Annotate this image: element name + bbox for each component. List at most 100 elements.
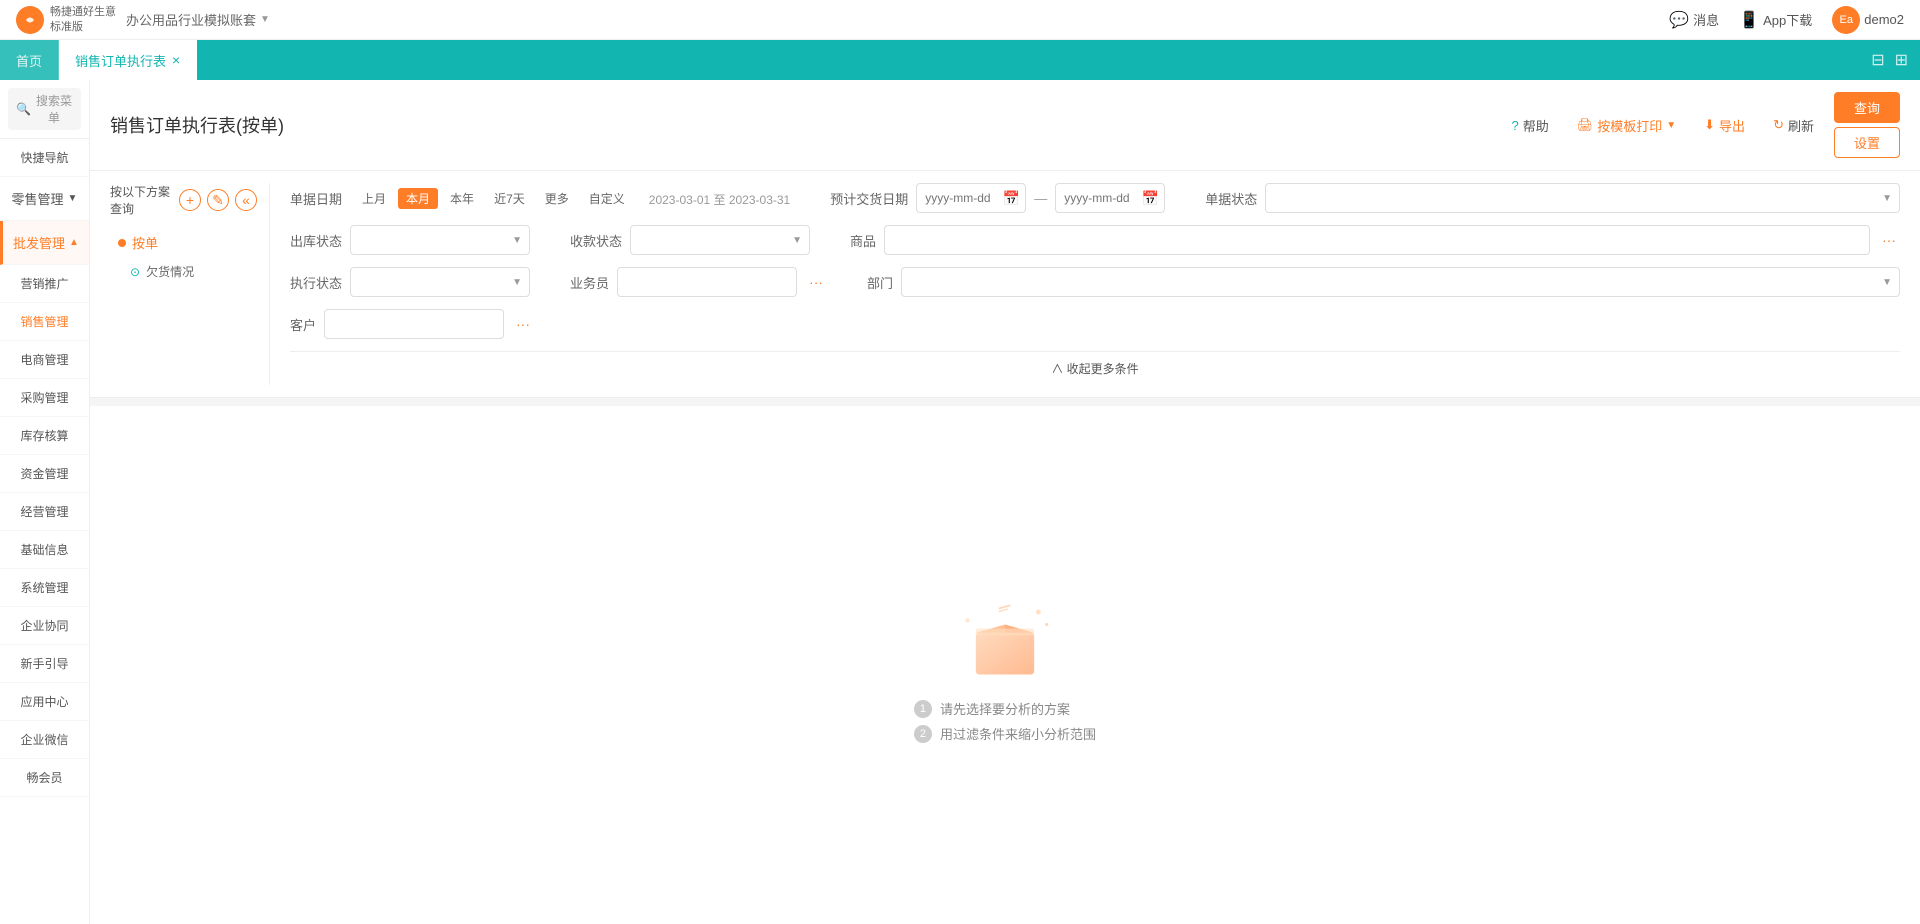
sidebar-item-system[interactable]: 系统管理 xyxy=(0,569,89,607)
sidebar-item-finance[interactable]: 资金管理 xyxy=(0,455,89,493)
add-scheme-btn[interactable]: + xyxy=(179,189,201,211)
header-left: 畅捷通好生意 标准版 办公用品行业模拟账套 ▼ xyxy=(16,5,270,34)
help-btn[interactable]: ? 帮助 xyxy=(1503,112,1556,139)
filter-doc-status-field: 单据状态 xyxy=(1205,183,1900,213)
tab-close-icon[interactable]: × xyxy=(172,53,180,67)
scheme-dot xyxy=(118,239,126,247)
collapse-scheme-btn[interactable]: « xyxy=(235,189,257,211)
print-btn[interactable]: 🖨 按模板打印 ▼ xyxy=(1569,112,1684,139)
filter-row-4: 客户 ··· xyxy=(290,309,1900,339)
home-tab-label: 首页 xyxy=(16,51,42,70)
page-actions: ? 帮助 🖨 按模板打印 ▼ ⬇ 导出 ↻ 刷新 查询 xyxy=(1503,92,1900,158)
user-menu[interactable]: Ea demo2 xyxy=(1832,6,1904,34)
download-icon: 📱 xyxy=(1739,10,1759,30)
filter-fields: 单据日期 上月 本月 本年 近7天 更多 自定义 2023-03-01 至 20… xyxy=(270,183,1900,385)
scheme-item-order[interactable]: 按单 xyxy=(110,227,257,258)
sidebar-item-guide[interactable]: 新手引导 xyxy=(0,645,89,683)
product-more-icon[interactable]: ··· xyxy=(1878,232,1900,248)
sub-scheme-shortage[interactable]: ⊙ 欠货情况 xyxy=(110,258,257,285)
date-tab-more[interactable]: 更多 xyxy=(537,188,577,209)
sidebar-item-member[interactable]: 畅会员 xyxy=(0,759,89,797)
filter-scheme-panel: 按以下方案查询 + ✎ « 按单 ⊙ 欠货情况 xyxy=(110,183,270,385)
tab-maximize-icon[interactable]: ⊞ xyxy=(1895,50,1908,70)
query-button[interactable]: 查询 xyxy=(1834,92,1900,123)
sidebar-item-app-center[interactable]: 应用中心 xyxy=(0,683,89,721)
filter-stock-status-field: 出库状态 xyxy=(290,225,530,255)
sidebar-item-wholesale[interactable]: 批发管理 ▲ xyxy=(0,221,89,265)
filter-salesperson-field: 业务员 ··· xyxy=(570,267,827,297)
app-download-btn[interactable]: 📱 App下载 xyxy=(1739,10,1812,30)
logo-icon xyxy=(16,6,44,34)
sidebar-item-retail[interactable]: 零售管理 ▼ xyxy=(0,177,89,221)
date-tabs: 上月 本月 本年 近7天 更多 自定义 xyxy=(354,188,633,209)
stock-status-wrap xyxy=(350,225,530,255)
sidebar: 🔍 搜索菜单 快捷导航 零售管理 ▼ 批发管理 ▲ 营销推广 销售管理 电商管理… xyxy=(0,80,90,924)
doc-status-select[interactable] xyxy=(1265,183,1900,213)
chevron-up-icon: ▲ xyxy=(69,237,79,248)
date-tab-this-month[interactable]: 本月 xyxy=(398,188,438,209)
product-input[interactable] xyxy=(884,225,1870,255)
refresh-btn[interactable]: ↻ 刷新 xyxy=(1765,112,1822,139)
avatar: Ea xyxy=(1832,6,1860,34)
logo-area: 畅捷通好生意 标准版 xyxy=(16,5,116,34)
tab-bar-actions: ⊟ ⊞ xyxy=(1871,50,1920,70)
collapse-bar[interactable]: ∧ 收起更多条件 xyxy=(290,351,1900,385)
tip-num-1: 1 xyxy=(914,700,932,718)
tab-bar: 首页 销售订单执行表 × ⊟ ⊞ xyxy=(0,40,1920,80)
salesperson-input[interactable] xyxy=(617,267,797,297)
customer-input[interactable] xyxy=(324,309,504,339)
sidebar-item-collab[interactable]: 企业协同 xyxy=(0,607,89,645)
filter-row-2: 出库状态 收款状态 商品 ··· xyxy=(290,225,1900,255)
date-tab-last-month[interactable]: 上月 xyxy=(354,188,394,209)
tab-sales-order[interactable]: 销售订单执行表 × xyxy=(59,40,197,80)
edit-scheme-btn[interactable]: ✎ xyxy=(207,189,229,211)
sidebar-item-operations[interactable]: 经营管理 xyxy=(0,493,89,531)
export-btn[interactable]: ⬇ 导出 xyxy=(1696,112,1753,139)
empty-tips: 1 请先选择要分析的方案 2 用过滤条件来缩小分析范围 xyxy=(914,699,1096,743)
tab-minimize-icon[interactable]: ⊟ xyxy=(1871,50,1884,70)
date-tab-custom[interactable]: 自定义 xyxy=(581,188,633,209)
collapse-icon: ∧ xyxy=(1051,362,1063,376)
date-range-text: 2023-03-01 至 2023-03-31 xyxy=(649,191,790,208)
tab-home[interactable]: 首页 xyxy=(0,40,59,80)
sidebar-item-purchase[interactable]: 采购管理 xyxy=(0,379,89,417)
exec-status-select[interactable] xyxy=(350,267,530,297)
sidebar-quick-nav[interactable]: 快捷导航 xyxy=(0,139,89,177)
page-header: 销售订单执行表(按单) ? 帮助 🖨 按模板打印 ▼ ⬇ 导出 ↻ 刷新 xyxy=(90,80,1920,171)
search-icon: 🔍 xyxy=(16,102,31,116)
query-settings-group: 查询 设置 xyxy=(1834,92,1900,158)
empty-illustration xyxy=(955,587,1055,687)
main-layout: 🔍 搜索菜单 快捷导航 零售管理 ▼ 批发管理 ▲ 营销推广 销售管理 电商管理… xyxy=(0,80,1920,924)
content-area: 销售订单执行表(按单) ? 帮助 🖨 按模板打印 ▼ ⬇ 导出 ↻ 刷新 xyxy=(90,80,1920,924)
customer-more-icon[interactable]: ··· xyxy=(512,316,534,332)
payment-status-wrap xyxy=(630,225,810,255)
sidebar-item-marketing[interactable]: 营销推广 xyxy=(0,265,89,303)
payment-status-select[interactable] xyxy=(630,225,810,255)
sidebar-item-inventory[interactable]: 库存核算 xyxy=(0,417,89,455)
calendar-start-icon: 📅 xyxy=(1003,190,1020,207)
filter-customer-field: 客户 ··· xyxy=(290,309,534,339)
top-header: 畅捷通好生意 标准版 办公用品行业模拟账套 ▼ 💬 消息 📱 App下载 Ea … xyxy=(0,0,1920,40)
sidebar-item-sales[interactable]: 销售管理 xyxy=(0,303,89,341)
sidebar-search[interactable]: 🔍 搜索菜单 xyxy=(0,80,89,139)
export-icon: ⬇ xyxy=(1704,117,1715,133)
sidebar-item-ecommerce[interactable]: 电商管理 xyxy=(0,341,89,379)
date-tab-this-year[interactable]: 本年 xyxy=(442,188,482,209)
breadcrumb[interactable]: 办公用品行业模拟账套 ▼ xyxy=(126,10,270,29)
expected-date-range: 📅 — 📅 xyxy=(916,183,1165,213)
page-title: 销售订单执行表(按单) xyxy=(110,112,284,138)
date-tab-7days[interactable]: 近7天 xyxy=(486,188,533,209)
filter-exec-status-field: 执行状态 xyxy=(290,267,530,297)
exec-status-wrap xyxy=(350,267,530,297)
sidebar-item-basic-info[interactable]: 基础信息 xyxy=(0,531,89,569)
dept-select[interactable] xyxy=(901,267,1900,297)
stock-status-select[interactable] xyxy=(350,225,530,255)
salesperson-more-icon[interactable]: ··· xyxy=(805,274,827,290)
message-btn[interactable]: 💬 消息 xyxy=(1669,10,1719,30)
scheme-panel-header: 按以下方案查询 + ✎ « xyxy=(110,183,257,217)
settings-button[interactable]: 设置 xyxy=(1834,127,1900,158)
expected-date-end-wrap: 📅 xyxy=(1055,183,1165,213)
message-icon: 💬 xyxy=(1669,10,1689,30)
sidebar-item-wechat[interactable]: 企业微信 xyxy=(0,721,89,759)
filter-product-field: 商品 ··· xyxy=(850,225,1900,255)
